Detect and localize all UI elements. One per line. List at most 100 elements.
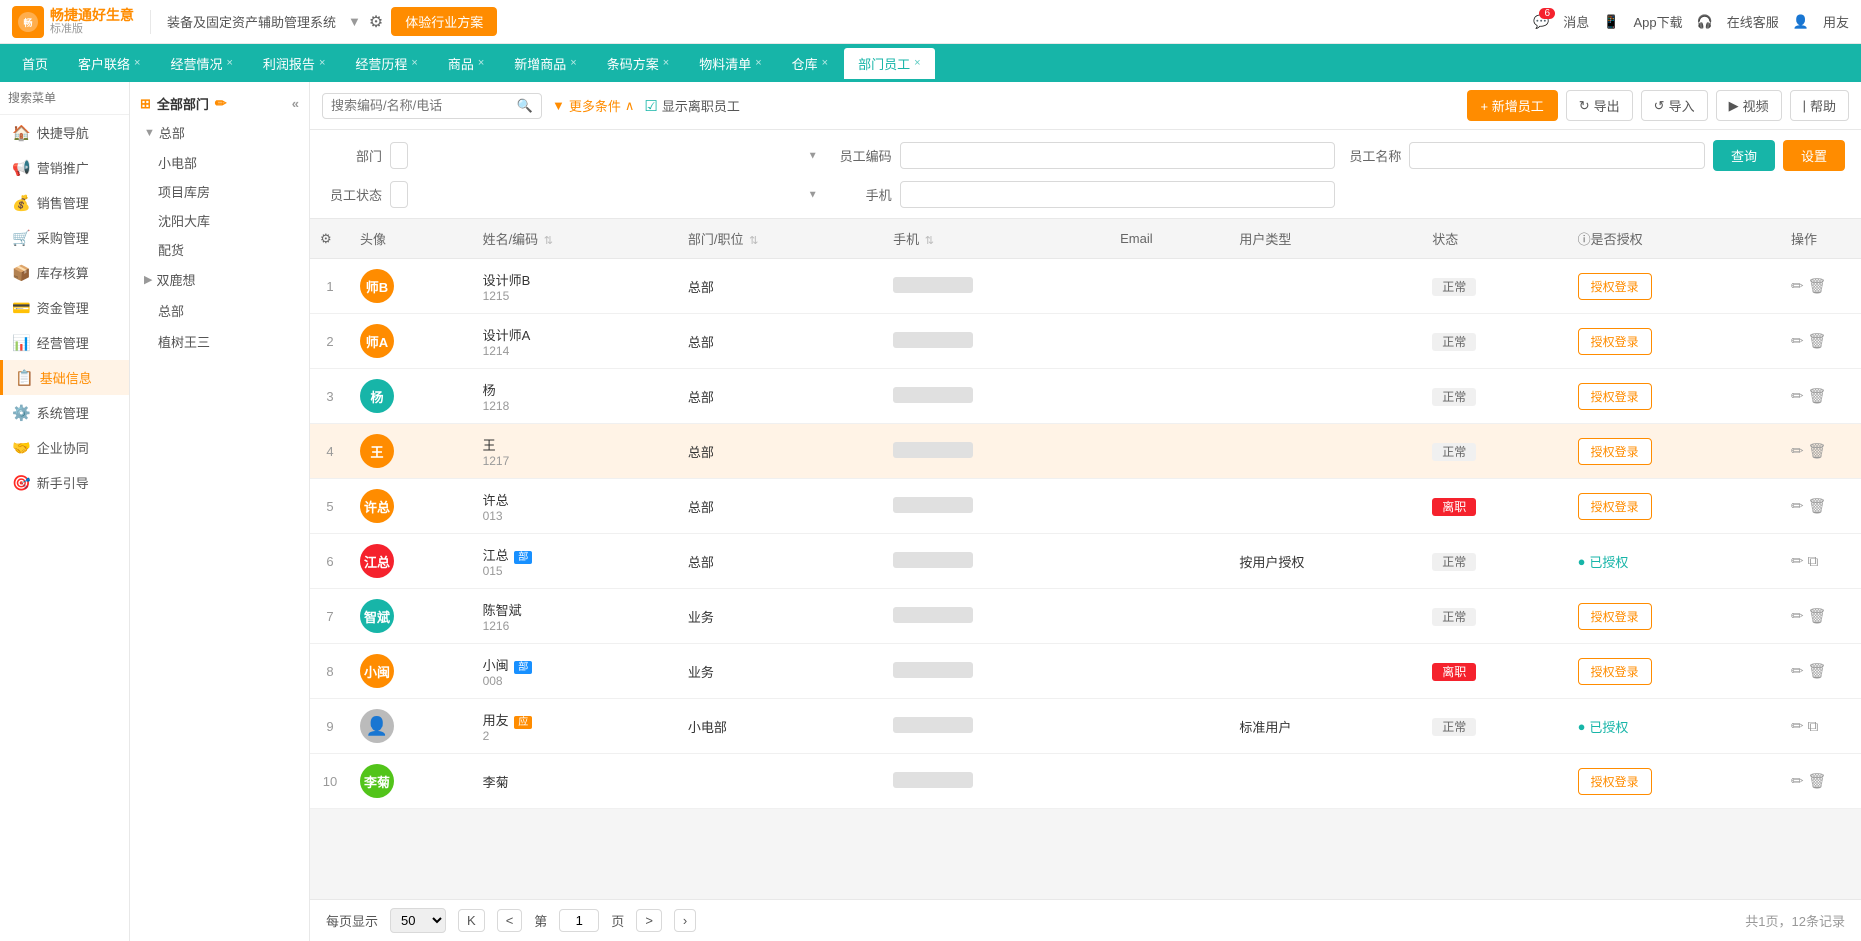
- sidebar-item-enterprise[interactable]: 🤝 企业协同: [0, 430, 129, 465]
- close-icon[interactable]: ×: [914, 57, 920, 69]
- app-download-label[interactable]: App下载: [1633, 12, 1682, 31]
- first-page-button[interactable]: K: [458, 909, 485, 932]
- copy-icon[interactable]: ⧉: [1808, 553, 1819, 570]
- edit-icon[interactable]: ✏: [1791, 498, 1804, 515]
- auth-button[interactable]: 授权登录: [1578, 328, 1652, 355]
- nav-tab-customer[interactable]: 客户联络 ×: [64, 48, 154, 79]
- tree-child-project[interactable]: 项目库房: [130, 177, 309, 206]
- close-icon[interactable]: ×: [478, 57, 484, 69]
- view-button[interactable]: ▶ 视频: [1716, 90, 1782, 121]
- tree-node-general2[interactable]: 总部: [130, 295, 309, 326]
- employee-code-input[interactable]: [900, 142, 1336, 169]
- status-select[interactable]: [390, 181, 408, 208]
- tree-node-shuangmeng[interactable]: ▶ 双鹿想: [130, 264, 309, 295]
- nav-tab-add-product[interactable]: 新增商品 ×: [500, 48, 590, 79]
- close-icon[interactable]: ×: [226, 57, 232, 69]
- nav-tab-barcode[interactable]: 条码方案 ×: [593, 48, 683, 79]
- auth-button[interactable]: 授权登录: [1578, 768, 1652, 795]
- collapse-icon[interactable]: «: [292, 96, 299, 111]
- delete-icon[interactable]: 🗑: [1808, 608, 1827, 625]
- nav-tab-operation[interactable]: 经营情况 ×: [156, 48, 246, 79]
- tree-child-delivery[interactable]: 配货: [130, 235, 309, 264]
- th-dept[interactable]: 部门/职位 ⇅: [678, 219, 883, 259]
- sidebar-item-sales[interactable]: 💰 销售管理: [0, 185, 129, 220]
- message-icon-wrap[interactable]: 💬 6: [1533, 14, 1549, 30]
- tree-node-puti[interactable]: 植树王三: [130, 326, 309, 357]
- edit-icon[interactable]: ✏: [1791, 718, 1804, 735]
- auth-button[interactable]: 授权登录: [1578, 493, 1652, 520]
- delete-icon[interactable]: 🗑: [1808, 333, 1827, 350]
- th-phone[interactable]: 手机 ⇅: [883, 219, 1110, 259]
- nav-tab-history[interactable]: 经营历程 ×: [341, 48, 431, 79]
- add-employee-button[interactable]: + 新增员工: [1467, 90, 1558, 121]
- next-page-button[interactable]: >: [636, 909, 662, 932]
- th-settings[interactable]: ⚙: [310, 219, 350, 259]
- nav-tab-bom[interactable]: 物料清单 ×: [685, 48, 775, 79]
- nav-tab-product[interactable]: 商品 ×: [434, 48, 498, 79]
- page-input[interactable]: [559, 909, 599, 932]
- tree-child-shenyang[interactable]: 沈阳大库: [130, 206, 309, 235]
- nav-tab-employee[interactable]: 部门员工 ×: [844, 48, 934, 79]
- online-service-label[interactable]: 在线客服: [1727, 12, 1779, 31]
- sidebar-item-basic[interactable]: 📋 基础信息: [0, 360, 129, 395]
- gear-icon[interactable]: ⚙: [369, 12, 383, 32]
- close-icon[interactable]: ×: [570, 57, 576, 69]
- auth-button[interactable]: 授权登录: [1578, 438, 1652, 465]
- export-button[interactable]: ↻ 导出: [1566, 90, 1633, 121]
- trial-button[interactable]: 体验行业方案: [391, 7, 497, 36]
- edit-icon[interactable]: ✏: [1791, 773, 1804, 790]
- edit-icon[interactable]: ✏: [1791, 278, 1804, 295]
- show-inactive-wrap[interactable]: ☑ 显示离职员工: [644, 96, 739, 115]
- import-button[interactable]: ↺ 导入: [1641, 90, 1708, 121]
- close-icon[interactable]: ×: [663, 57, 669, 69]
- edit-icon[interactable]: ✏: [1791, 388, 1804, 405]
- search-icon[interactable]: 🔍: [517, 98, 533, 114]
- search-input[interactable]: [331, 98, 511, 113]
- auth-button[interactable]: 授权登录: [1578, 273, 1652, 300]
- user-label[interactable]: 用友: [1823, 12, 1849, 31]
- settings-button[interactable]: 设置: [1783, 140, 1845, 171]
- dept-select[interactable]: [390, 142, 408, 169]
- tree-child-small-elec[interactable]: 小电部: [130, 148, 309, 177]
- delete-icon[interactable]: 🗑: [1808, 663, 1827, 680]
- sidebar-item-guide[interactable]: 🎯 新手引导: [0, 465, 129, 500]
- delete-icon[interactable]: 🗑: [1808, 498, 1827, 515]
- close-icon[interactable]: ×: [822, 57, 828, 69]
- auth-button[interactable]: 授权登录: [1578, 603, 1652, 630]
- delete-icon[interactable]: 🗑: [1808, 278, 1827, 295]
- edit-icon[interactable]: ✏: [215, 95, 227, 112]
- edit-icon[interactable]: ✏: [1791, 443, 1804, 460]
- last-page-button[interactable]: ›: [674, 909, 696, 932]
- more-filter-btn[interactable]: ▼ 更多条件 ∧: [552, 96, 634, 115]
- phone-input[interactable]: [900, 181, 1336, 208]
- close-icon[interactable]: ×: [134, 57, 140, 69]
- auth-button[interactable]: 授权登录: [1578, 658, 1652, 685]
- nav-tab-profit[interactable]: 利润报告 ×: [249, 48, 339, 79]
- copy-icon[interactable]: ⧉: [1808, 718, 1819, 735]
- prev-page-button[interactable]: <: [497, 909, 523, 932]
- auth-button[interactable]: 授权登录: [1578, 383, 1652, 410]
- edit-icon[interactable]: ✏: [1791, 553, 1804, 570]
- sidebar-item-marketing[interactable]: 📢 营销推广: [0, 150, 129, 185]
- close-icon[interactable]: ×: [319, 57, 325, 69]
- employee-name-input[interactable]: [1409, 142, 1705, 169]
- close-icon[interactable]: ×: [755, 57, 761, 69]
- sidebar-item-purchase[interactable]: 🛒 采购管理: [0, 220, 129, 255]
- sidebar-search-input[interactable]: [8, 91, 130, 105]
- nav-tab-warehouse[interactable]: 仓库 ×: [778, 48, 842, 79]
- sidebar-item-operation[interactable]: 📊 经营管理: [0, 325, 129, 360]
- sidebar-item-finance[interactable]: 💳 资金管理: [0, 290, 129, 325]
- tree-node-general[interactable]: ▼ 总部: [130, 117, 309, 148]
- delete-icon[interactable]: 🗑: [1808, 773, 1827, 790]
- page-size-select[interactable]: 50 100 200: [390, 908, 446, 933]
- help-button[interactable]: | 帮助: [1790, 90, 1849, 121]
- sidebar-item-quick-nav[interactable]: 🏠 快捷导航: [0, 115, 129, 150]
- delete-icon[interactable]: 🗑: [1808, 443, 1827, 460]
- close-icon[interactable]: ×: [411, 57, 417, 69]
- delete-icon[interactable]: 🗑: [1808, 388, 1827, 405]
- nav-tab-home[interactable]: 首页: [8, 48, 62, 79]
- dropdown-icon[interactable]: ▼: [348, 14, 361, 29]
- edit-icon[interactable]: ✏: [1791, 663, 1804, 680]
- edit-icon[interactable]: ✏: [1791, 333, 1804, 350]
- search-button[interactable]: 查询: [1713, 140, 1775, 171]
